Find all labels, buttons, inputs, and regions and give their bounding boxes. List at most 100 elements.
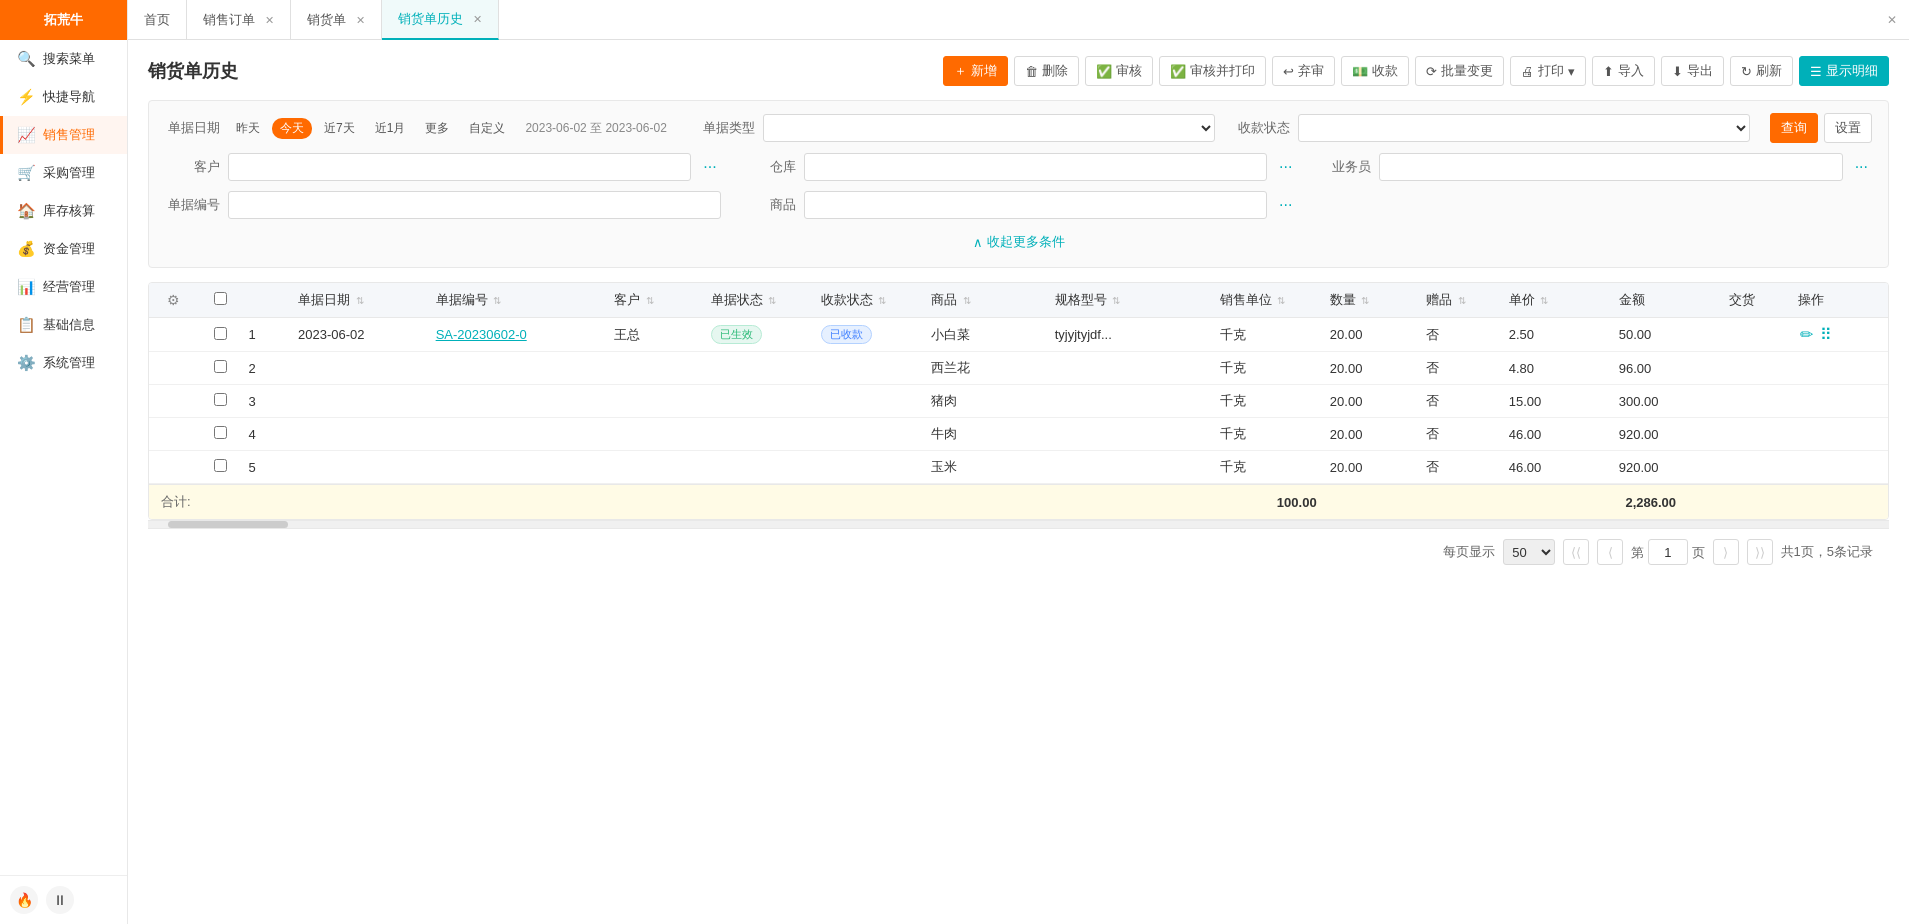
goods-more-btn[interactable]: ···: [1275, 196, 1296, 214]
page-size-label: 每页显示: [1443, 543, 1495, 561]
goods-input[interactable]: [804, 191, 1267, 219]
spec-sort-icon[interactable]: ⇅: [1112, 295, 1120, 306]
date-tag-1month[interactable]: 近1月: [367, 118, 414, 139]
delete-button[interactable]: 🗑 删除: [1014, 56, 1079, 86]
first-page-btn[interactable]: ⟨⟨: [1563, 539, 1589, 565]
sidebar-item-quick-nav[interactable]: ⚡ 快捷导航: [0, 78, 127, 116]
tab-sales-order-close[interactable]: ✕: [265, 0, 274, 40]
staff-input[interactable]: [1379, 153, 1842, 181]
sidebar-item-finance[interactable]: 💰 资金管理: [0, 230, 127, 268]
scrollbar-thumb[interactable]: [168, 521, 288, 528]
goods-sort-icon[interactable]: ⇅: [963, 295, 971, 306]
page-size-select[interactable]: 50 100: [1503, 539, 1555, 565]
tab-sales-delivery-close[interactable]: ✕: [356, 0, 365, 40]
collapse-button[interactable]: ∧ 收起更多条件: [165, 229, 1872, 255]
settings-button[interactable]: 设置: [1824, 113, 1872, 143]
tab-sales-order[interactable]: 销售订单 ✕: [187, 0, 291, 40]
audit-print-button[interactable]: ✅ 审核并打印: [1159, 56, 1266, 86]
sidebar-item-inventory[interactable]: 🏠 库存核算: [0, 192, 127, 230]
column-settings-icon[interactable]: ⚙: [167, 292, 180, 308]
new-button[interactable]: ＋ 新增: [943, 56, 1008, 86]
more-action-btn[interactable]: ⠿: [1820, 326, 1832, 343]
print-button[interactable]: 🖨 打印 ▾: [1510, 56, 1586, 86]
gift-sort-icon[interactable]: ⇅: [1458, 295, 1466, 306]
date-filter: 昨天 今天 近7天 近1月 更多 自定义 2023-06-02 至 2023-0…: [228, 118, 680, 139]
collect-button[interactable]: 💵 收款: [1341, 56, 1409, 86]
row-num-cell: 2: [243, 352, 293, 385]
sidebar-item-purchase-mgmt[interactable]: 🛒 采购管理: [0, 154, 127, 192]
prev-page-btn[interactable]: ⟨: [1597, 539, 1623, 565]
row-checkbox[interactable]: [214, 426, 227, 439]
sidebar-item-sales-mgmt[interactable]: 📈 销售管理: [0, 116, 127, 154]
tab-sales-history-close[interactable]: ✕: [473, 0, 482, 39]
select-all-checkbox[interactable]: [214, 292, 227, 305]
audit-button[interactable]: ✅ 审核: [1085, 56, 1153, 86]
doc-number-sort-icon[interactable]: ⇅: [493, 295, 501, 306]
sidebar-pause-btn[interactable]: ⏸: [46, 886, 74, 914]
doc-status-sort-icon[interactable]: ⇅: [768, 295, 776, 306]
page-input[interactable]: [1648, 539, 1688, 565]
doc-date-cell: [292, 352, 430, 385]
sidebar-item-search-menu[interactable]: 🔍 搜索菜单: [0, 40, 127, 78]
staff-more-btn[interactable]: ···: [1851, 158, 1872, 176]
row-checkbox[interactable]: [214, 360, 227, 373]
doc-status-cell: [705, 451, 815, 484]
page-info: 第 页: [1631, 539, 1704, 565]
audit-icon: ✅: [1096, 64, 1112, 79]
sidebar-item-base-info[interactable]: 📋 基础信息: [0, 306, 127, 344]
date-tag-more[interactable]: 更多: [417, 118, 457, 139]
import-button[interactable]: ⬆ 导入: [1592, 56, 1655, 86]
price-sort-icon[interactable]: ⇅: [1540, 295, 1548, 306]
row-checkbox[interactable]: [214, 393, 227, 406]
last-page-btn[interactable]: ⟩⟩: [1747, 539, 1773, 565]
doc-type-select[interactable]: [763, 114, 1215, 142]
doc-number-cell: [430, 352, 609, 385]
row-num-cell: 3: [243, 385, 293, 418]
checkbox-cell: [199, 385, 243, 418]
unit-sort-icon[interactable]: ⇅: [1277, 295, 1285, 306]
refresh-button[interactable]: ↻ 刷新: [1730, 56, 1793, 86]
customer-more-btn[interactable]: ···: [699, 158, 720, 176]
export-button[interactable]: ⬇ 导出: [1661, 56, 1724, 86]
date-tag-7days[interactable]: 近7天: [316, 118, 363, 139]
abandon-button[interactable]: ↩ 弃审: [1272, 56, 1335, 86]
warehouse-label: 仓库: [741, 158, 796, 176]
customer-input[interactable]: [228, 153, 691, 181]
tab-sales-delivery[interactable]: 销货单 ✕: [291, 0, 382, 40]
doc-date-sort-icon[interactable]: ⇅: [356, 295, 364, 306]
collect-status-sort-icon[interactable]: ⇅: [878, 295, 886, 306]
pagination: 每页显示 50 100 ⟨⟨ ⟨ 第 页 ⟩ ⟩⟩ 共1页，5条记录: [148, 528, 1889, 575]
edit-action-btn[interactable]: ✏: [1800, 326, 1813, 343]
staff-label: 业务员: [1316, 158, 1371, 176]
date-tag-custom[interactable]: 自定义: [461, 118, 513, 139]
query-button[interactable]: 查询: [1770, 113, 1818, 143]
doc-number-input[interactable]: [228, 191, 721, 219]
sidebar-item-label: 快捷导航: [43, 88, 95, 106]
customer-sort-icon[interactable]: ⇅: [646, 295, 654, 306]
unit-col-header: 销售单位 ⇅: [1214, 283, 1324, 318]
spec-cell: [1049, 451, 1214, 484]
qty-sort-icon[interactable]: ⇅: [1361, 295, 1369, 306]
price-col-header: 单价 ⇅: [1503, 283, 1613, 318]
sidebar-item-system[interactable]: ⚙️ 系统管理: [0, 344, 127, 382]
show-detail-button[interactable]: ☰ 显示明细: [1799, 56, 1889, 86]
sidebar-fire-btn[interactable]: 🔥: [10, 886, 38, 914]
warehouse-more-btn[interactable]: ···: [1275, 158, 1296, 176]
customer-cell: [608, 385, 704, 418]
date-tag-today[interactable]: 今天: [272, 118, 312, 139]
tab-sales-history[interactable]: 销货单历史 ✕: [382, 0, 499, 40]
next-page-btn[interactable]: ⟩: [1713, 539, 1739, 565]
tab-home[interactable]: 首页: [128, 0, 187, 40]
row-checkbox[interactable]: [214, 459, 227, 472]
warehouse-input[interactable]: [804, 153, 1267, 181]
footer-total-qty: 100.00: [1247, 495, 1317, 510]
doc-number-link[interactable]: SA-20230602-0: [436, 327, 527, 342]
sidebar-item-operation[interactable]: 📊 经营管理: [0, 268, 127, 306]
row-checkbox[interactable]: [214, 327, 227, 340]
tabs-close-all[interactable]: ✕: [1875, 13, 1909, 27]
collect-status-select[interactable]: [1298, 114, 1750, 142]
horizontal-scrollbar[interactable]: [148, 520, 1889, 528]
batch-change-button[interactable]: ⟳ 批量变更: [1415, 56, 1504, 86]
date-tag-yesterday[interactable]: 昨天: [228, 118, 268, 139]
doc-type-field: 单据类型: [700, 114, 1215, 142]
